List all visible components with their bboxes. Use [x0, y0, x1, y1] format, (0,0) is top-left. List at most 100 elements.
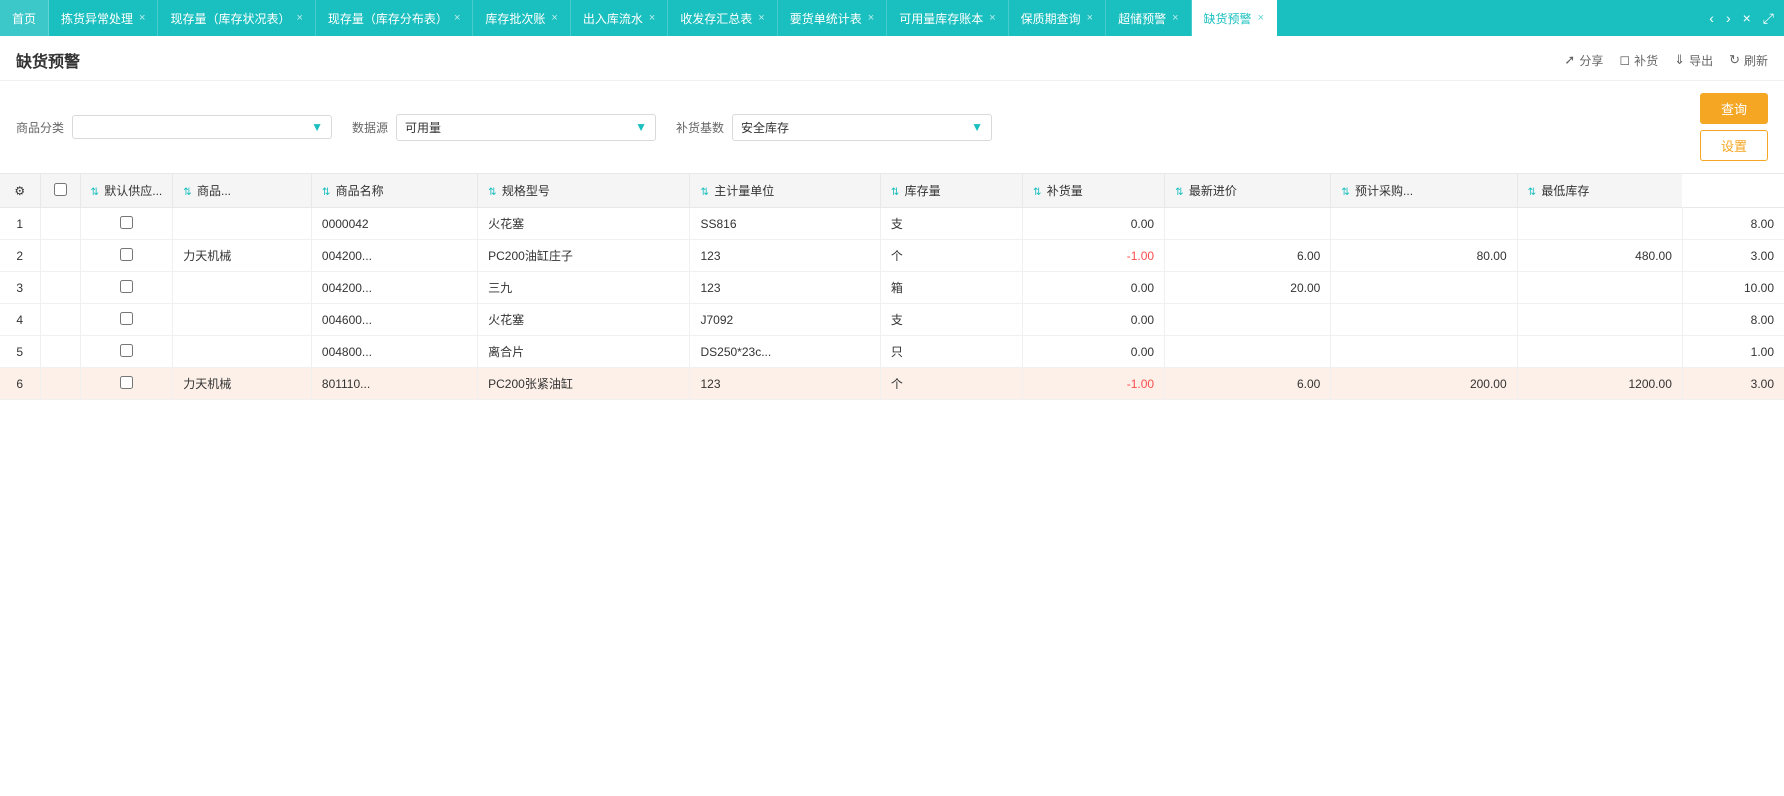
- col-unit-header[interactable]: ⇅ 主计量单位: [690, 174, 880, 208]
- col-replenish-header[interactable]: ⇅ 补货量: [1022, 174, 1164, 208]
- row-unit-1: 个: [880, 240, 1022, 272]
- row-est-purchase-4: [1517, 336, 1682, 368]
- tab-bar: 首页 拣货异常处理 × 现存量（库存状况表） × 现存量（库存分布表） × 库存…: [0, 0, 1784, 36]
- tab-controls: ‹ › × ⤢: [1699, 8, 1784, 29]
- tab-close-exception[interactable]: ×: [139, 12, 145, 24]
- tab-close-all-button[interactable]: ×: [1739, 8, 1755, 28]
- col-spec-header[interactable]: ⇅ 规格型号: [478, 174, 690, 208]
- col-name-header[interactable]: ⇅ 商品名称: [311, 174, 477, 208]
- row-latest-price-0: [1331, 208, 1517, 240]
- tab-inout-flow[interactable]: 出入库流水 ×: [571, 0, 668, 36]
- row-checkbox-3[interactable]: [120, 312, 133, 325]
- col-settings-header[interactable]: ⚙: [0, 174, 40, 208]
- row-checkbox-5[interactable]: [120, 376, 133, 389]
- datasource-arrow-icon: ▼: [635, 120, 647, 134]
- row-name-1: PC200油缸庄子: [478, 240, 690, 272]
- row-latest-price-5: 200.00: [1331, 368, 1517, 400]
- row-replenish-1: 6.00: [1165, 240, 1331, 272]
- col-sku-header[interactable]: ⇅ 商品...: [173, 174, 312, 208]
- row-check-3[interactable]: [80, 304, 173, 336]
- tab-overstock[interactable]: 超储预警 ×: [1106, 0, 1191, 36]
- row-checkbox-4[interactable]: [120, 344, 133, 357]
- tab-close-collect-summary[interactable]: ×: [758, 12, 764, 24]
- tab-close-inventory-status[interactable]: ×: [296, 12, 302, 24]
- row-est-purchase-5: 1200.00: [1517, 368, 1682, 400]
- col-est-purchase-header[interactable]: ⇅ 预计采购...: [1331, 174, 1517, 208]
- query-button[interactable]: 查询: [1700, 93, 1768, 124]
- row-est-purchase-3: [1517, 304, 1682, 336]
- tab-maximize-button[interactable]: ⤢: [1759, 8, 1778, 29]
- tab-close-expiry-query[interactable]: ×: [1087, 12, 1093, 24]
- refresh-button[interactable]: ↻ 刷新: [1729, 52, 1768, 69]
- row-name-4: 离合片: [478, 336, 690, 368]
- row-check-0[interactable]: [80, 208, 173, 240]
- tab-close-available-ledger[interactable]: ×: [989, 12, 995, 24]
- row-supplier-3: [173, 304, 312, 336]
- tab-close-overstock[interactable]: ×: [1172, 12, 1178, 24]
- tab-close-inventory-dist[interactable]: ×: [454, 12, 460, 24]
- export-button[interactable]: ⇓ 导出: [1674, 52, 1713, 69]
- row-checkbox-1[interactable]: [120, 248, 133, 261]
- tab-shortage[interactable]: 缺货预警 ×: [1192, 0, 1277, 36]
- col-min-stock-header[interactable]: ⇅ 最低库存: [1517, 174, 1682, 208]
- tab-prev-button[interactable]: ‹: [1705, 8, 1718, 28]
- filter-bar: 商品分类 ▼ 数据源 可用量 ▼ 补货基数 安全库存 ▼ 查询 设置: [0, 81, 1784, 173]
- tab-inventory-dist[interactable]: 现存量（库存分布表） ×: [316, 0, 473, 36]
- row-settings-4: [40, 336, 80, 368]
- min-stock-sort-icon: ⇅: [1528, 187, 1536, 198]
- row-unit-2: 箱: [880, 272, 1022, 304]
- row-num-2: 3: [0, 272, 40, 304]
- settings-button[interactable]: 设置: [1700, 130, 1768, 161]
- tab-inventory-status[interactable]: 现存量（库存状况表） ×: [158, 0, 315, 36]
- tab-available-ledger[interactable]: 可用量库存账本 ×: [887, 0, 1008, 36]
- table-row: 4 004600... 火花塞 J7092 支 0.00 8.00: [0, 304, 1784, 336]
- table-header-row: ⚙ ⇅ 默认供应... ⇅ 商品... ⇅ 商品名称: [0, 174, 1784, 208]
- tab-close-batch[interactable]: ×: [551, 12, 557, 24]
- tab-exception[interactable]: 拣货异常处理 ×: [49, 0, 158, 36]
- table-row: 2 力天机械 004200... PC200油缸庄子 123 个 -1.00 6…: [0, 240, 1784, 272]
- unit-sort-icon: ⇅: [700, 187, 708, 198]
- share-icon: ➚: [1564, 52, 1575, 68]
- category-filter: 商品分类 ▼: [16, 115, 332, 139]
- row-spec-5: 123: [690, 368, 880, 400]
- row-check-5[interactable]: [80, 368, 173, 400]
- replenish-icon: ◻: [1619, 52, 1630, 68]
- tab-close-shortage[interactable]: ×: [1258, 12, 1264, 24]
- header-actions: ➚ 分享 ◻ 补货 ⇓ 导出 ↻ 刷新: [1564, 52, 1768, 69]
- share-button[interactable]: ➚ 分享: [1564, 52, 1603, 69]
- replenish-button[interactable]: ◻ 补货: [1619, 52, 1658, 69]
- row-min-stock-2: 10.00: [1682, 272, 1784, 304]
- row-spec-4: DS250*23c...: [690, 336, 880, 368]
- col-stock-header[interactable]: ⇅ 库存量: [880, 174, 1022, 208]
- select-all-checkbox[interactable]: [54, 183, 67, 196]
- tab-close-inout-flow[interactable]: ×: [649, 12, 655, 24]
- row-replenish-5: 6.00: [1165, 368, 1331, 400]
- row-checkbox-2[interactable]: [120, 280, 133, 293]
- tab-demand-stat[interactable]: 要货单统计表 ×: [778, 0, 887, 36]
- row-num-4: 5: [0, 336, 40, 368]
- row-check-1[interactable]: [80, 240, 173, 272]
- row-spec-3: J7092: [690, 304, 880, 336]
- row-check-2[interactable]: [80, 272, 173, 304]
- row-stock-0: 0.00: [1022, 208, 1164, 240]
- row-min-stock-3: 8.00: [1682, 304, 1784, 336]
- col-latest-price-header[interactable]: ⇅ 最新进价: [1165, 174, 1331, 208]
- col-check-header[interactable]: [40, 174, 80, 208]
- col-supplier-header[interactable]: ⇅ 默认供应...: [80, 174, 173, 208]
- tab-next-button[interactable]: ›: [1722, 8, 1735, 28]
- datasource-select[interactable]: 可用量 ▼: [396, 114, 656, 141]
- row-latest-price-4: [1331, 336, 1517, 368]
- replenish-base-select[interactable]: 安全库存 ▼: [732, 114, 992, 141]
- category-arrow-icon: ▼: [311, 120, 323, 134]
- category-label: 商品分类: [16, 119, 64, 136]
- tab-close-demand-stat[interactable]: ×: [868, 12, 874, 24]
- category-select[interactable]: ▼: [72, 115, 332, 139]
- tab-batch[interactable]: 库存批次账 ×: [473, 0, 570, 36]
- tab-collect-summary[interactable]: 收发存汇总表 ×: [668, 0, 777, 36]
- row-settings-1: [40, 240, 80, 272]
- tab-expiry-query[interactable]: 保质期查询 ×: [1009, 0, 1106, 36]
- row-check-4[interactable]: [80, 336, 173, 368]
- row-latest-price-3: [1331, 304, 1517, 336]
- tab-home[interactable]: 首页: [0, 0, 49, 36]
- row-checkbox-0[interactable]: [120, 216, 133, 229]
